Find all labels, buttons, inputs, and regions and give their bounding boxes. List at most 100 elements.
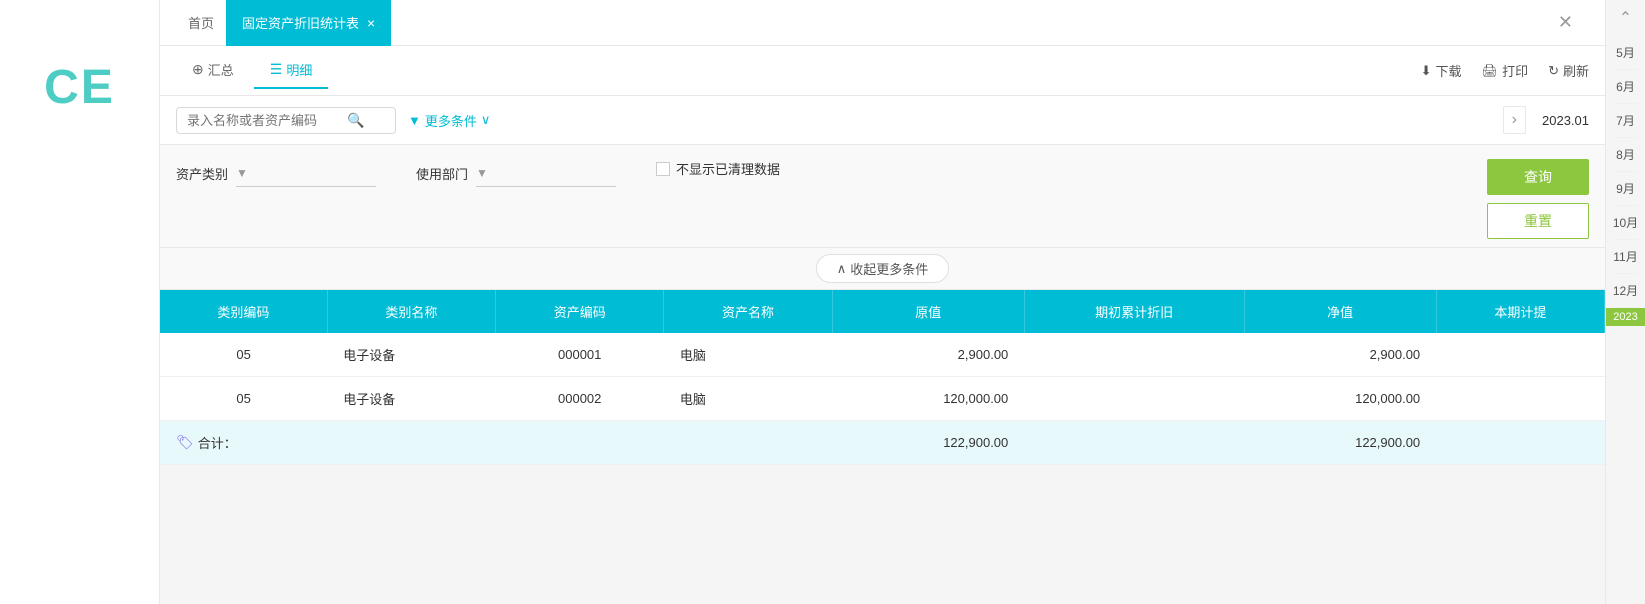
cell-category-name: 电子设备 <box>327 377 495 421</box>
cell-current-depreciation <box>1436 377 1604 421</box>
sidebar-month-item[interactable]: 12月 <box>1613 274 1638 308</box>
department-label: 使用部门 <box>416 164 468 183</box>
department-chevron-icon: ▼ <box>476 166 488 180</box>
col-accumulated-depreciation: 期初累计折旧 <box>1024 290 1244 333</box>
asset-category-label: 资产类别 <box>176 164 228 183</box>
cell-asset-code: 000002 <box>496 377 664 421</box>
sidebar-month-item[interactable]: 6月 <box>1613 70 1638 104</box>
sidebar-month-item[interactable]: 8月 <box>1613 138 1638 172</box>
table-container: 类别编码 类别名称 资产编码 资产名称 原值 期初累计折旧 净值 本期计提 05… <box>160 290 1605 604</box>
search-input-wrapper: 🔍 <box>176 107 396 134</box>
main-content: 首页 固定资产折旧统计表 × ✕ ⊕ 汇总 ☰ 明细 ⬇ 下载 🖨 打印 <box>160 0 1605 604</box>
toolbar: ⊕ 汇总 ☰ 明细 ⬇ 下载 🖨 打印 ↻ 刷新 <box>160 46 1605 96</box>
print-icon: 🖨 <box>1482 63 1499 79</box>
print-action[interactable]: 🖨 打印 <box>1482 61 1529 80</box>
chevron-down-icon: ∨ <box>481 112 491 128</box>
year-badge: 2023 <box>1606 308 1645 326</box>
reset-button[interactable]: 重置 <box>1487 203 1589 239</box>
cell-net-value: 2,900.00 <box>1244 333 1436 377</box>
download-icon: ⬇ <box>1421 63 1432 79</box>
search-bar: 🔍 ▼ 更多条件 ∨ › 2023.01 <box>160 96 1605 145</box>
total-asset-name <box>664 421 832 465</box>
logo-text: CE <box>44 60 115 115</box>
cell-category-code: 05 <box>160 333 327 377</box>
total-label-cell: 🏷 合计： <box>160 421 496 465</box>
print-label: 打印 <box>1502 61 1528 80</box>
collapse-label: 收起更多条件 <box>850 259 928 278</box>
sidebar-month-item[interactable]: 5月 <box>1613 36 1638 70</box>
active-tab[interactable]: 固定资产折旧统计表 × <box>226 0 391 46</box>
logo-area: CE <box>0 0 160 604</box>
cell-net-value: 120,000.00 <box>1244 377 1436 421</box>
col-net-value: 净值 <box>1244 290 1436 333</box>
scroll-up-button[interactable]: ⌃ <box>1606 0 1645 36</box>
collapse-bar: ∧ 收起更多条件 <box>160 248 1605 290</box>
col-original-value: 原值 <box>832 290 1024 333</box>
tab-detail[interactable]: ☰ 明细 <box>254 52 329 89</box>
search-icon: 🔍 <box>347 112 364 129</box>
asset-category-select[interactable]: ▼ <box>236 159 376 187</box>
col-current-depreciation: 本期计提 <box>1436 290 1604 333</box>
cell-accumulated-depreciation <box>1024 333 1244 377</box>
sidebar-month-item[interactable]: 7月 <box>1613 104 1638 138</box>
cell-category-code: 05 <box>160 377 327 421</box>
no-cleared-group: 不显示已清理数据 <box>656 159 780 178</box>
filter-icon: ▼ <box>408 113 421 128</box>
cell-accumulated-depreciation <box>1024 377 1244 421</box>
department-select[interactable]: ▼ <box>476 159 616 187</box>
tab-detail-label: 明细 <box>286 60 312 79</box>
cell-original-value: 120,000.00 <box>832 377 1024 421</box>
cell-original-value: 2,900.00 <box>832 333 1024 377</box>
col-category-name: 类别名称 <box>327 290 495 333</box>
asset-category-group: 资产类别 ▼ <box>176 159 376 187</box>
window-close-button[interactable]: ✕ <box>1542 12 1589 33</box>
total-net-value: 122,900.00 <box>1244 421 1436 465</box>
filter-area: 资产类别 ▼ 使用部门 ▼ 不显示已清理数据 查询 重置 <box>160 145 1605 248</box>
total-current-depreciation <box>1436 421 1604 465</box>
period-nav-right[interactable]: › <box>1503 106 1526 134</box>
no-cleared-label: 不显示已清理数据 <box>676 159 780 178</box>
filter-actions: 查询 重置 <box>1487 159 1589 239</box>
sidebar-month-item[interactable]: 11月 <box>1613 240 1638 274</box>
detail-icon: ☰ <box>270 61 283 78</box>
total-asset-code <box>496 421 664 465</box>
collapse-button[interactable]: ∧ 收起更多条件 <box>816 254 950 283</box>
department-group: 使用部门 ▼ <box>416 159 616 187</box>
refresh-action[interactable]: ↻ 刷新 <box>1548 61 1589 80</box>
total-icon: 🏷 <box>176 434 194 451</box>
cell-current-depreciation <box>1436 333 1604 377</box>
col-asset-code: 资产编码 <box>496 290 664 333</box>
more-conditions-label: 更多条件 <box>425 111 477 130</box>
query-button[interactable]: 查询 <box>1487 159 1589 195</box>
cell-category-name: 电子设备 <box>327 333 495 377</box>
period-label: 2023.01 <box>1542 113 1589 128</box>
table-row[interactable]: 05 电子设备 000002 电脑 120,000.00 120,000.00 <box>160 377 1605 421</box>
cell-asset-code: 000001 <box>496 333 664 377</box>
table-header-row: 类别编码 类别名称 资产编码 资产名称 原值 期初累计折旧 净值 本期计提 <box>160 290 1605 333</box>
total-row: 🏷 合计： 122,900.00 122,900.00 <box>160 421 1605 465</box>
right-sidebar: ⌃ 5月6月7月8月9月10月11月12月 2023 <box>1605 0 1645 604</box>
top-nav: 首页 固定资产折旧统计表 × ✕ <box>160 0 1605 46</box>
top-nav-right: ✕ <box>1542 12 1589 33</box>
tab-close-button[interactable]: × <box>367 15 375 31</box>
tab-summary[interactable]: ⊕ 汇总 <box>176 52 250 89</box>
total-label: 合计： <box>198 433 237 452</box>
refresh-icon: ↻ <box>1548 63 1559 79</box>
summary-icon: ⊕ <box>192 61 204 78</box>
sidebar-month-item[interactable]: 10月 <box>1613 206 1638 240</box>
more-conditions-button[interactable]: ▼ 更多条件 ∨ <box>408 111 490 130</box>
refresh-label: 刷新 <box>1563 61 1589 80</box>
category-chevron-icon: ▼ <box>236 166 248 180</box>
tab-summary-label: 汇总 <box>208 60 234 79</box>
no-cleared-checkbox[interactable] <box>656 162 670 176</box>
sidebar-month-item[interactable]: 9月 <box>1613 172 1638 206</box>
cell-asset-name: 电脑 <box>664 333 832 377</box>
collapse-arrow-icon: ∧ <box>837 261 847 277</box>
download-label: 下载 <box>1436 61 1462 80</box>
table-row[interactable]: 05 电子设备 000001 电脑 2,900.00 2,900.00 <box>160 333 1605 377</box>
home-tab[interactable]: 首页 <box>176 13 226 32</box>
download-action[interactable]: ⬇ 下载 <box>1421 61 1462 80</box>
cell-asset-name: 电脑 <box>664 377 832 421</box>
search-input[interactable] <box>187 113 347 128</box>
total-accumulated-depreciation <box>1024 421 1244 465</box>
